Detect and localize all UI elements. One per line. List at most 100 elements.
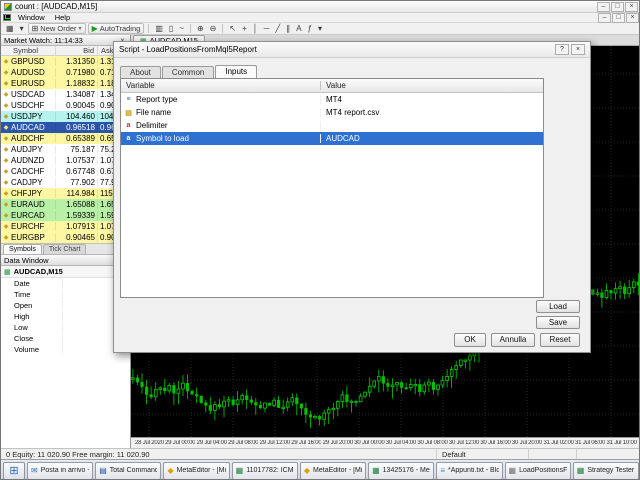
column-symbol[interactable]: Symbol — [1, 46, 55, 55]
cancel-button[interactable]: Annulla — [491, 333, 535, 347]
string-icon: a — [124, 122, 133, 129]
candlestick-chart-icon[interactable]: ▯ — [167, 23, 175, 34]
zoom-in-icon[interactable]: ⊕ — [195, 23, 206, 34]
minimize-icon[interactable]: – — [597, 2, 610, 12]
taskbar-item[interactable]: ◆MetaEditor - [Minor... — [300, 462, 366, 480]
column-bid[interactable]: Bid — [55, 46, 97, 55]
window-controls: – □ × — [597, 2, 638, 12]
dialog-tab-about[interactable]: About — [120, 66, 161, 78]
taskbar-item[interactable]: ▦11017782: ICMarket... — [232, 462, 298, 480]
market-watch-row[interactable]: ◆EURAUD1.650881.65118 — [1, 199, 130, 210]
market-watch-row[interactable]: ◆EURGBP0.904650.90485 — [1, 232, 130, 243]
channel-icon[interactable]: ∥ — [284, 23, 292, 34]
market-watch-row[interactable]: ◆EURUSD1.188321.18838 — [1, 78, 130, 89]
symbol-name: AUDCHF — [11, 134, 55, 143]
dialog-tab-common[interactable]: Common — [162, 66, 214, 78]
data-window-row[interactable]: Volume — [1, 344, 130, 355]
market-watch-row[interactable]: ◆EURCAD1.593391.59369 — [1, 210, 130, 221]
taskbar-item[interactable]: ▦Strategy Tester Visua... — [573, 462, 639, 480]
dialog-close-icon[interactable]: × — [571, 44, 585, 55]
line-chart-icon[interactable]: ~ — [177, 23, 186, 34]
horizontal-line-icon[interactable]: ─ — [262, 23, 272, 34]
data-window-row[interactable]: High — [1, 311, 130, 322]
vertical-line-icon[interactable]: │ — [251, 23, 260, 34]
start-button[interactable]: ⊞ — [3, 462, 25, 480]
menu-help[interactable]: Help — [50, 13, 75, 22]
symbol-icon: ◆ — [1, 190, 11, 197]
load-button[interactable]: Load — [536, 300, 580, 313]
input-row[interactable]: ▤File nameMT4 report.csv — [121, 106, 543, 119]
tab-symbols[interactable]: Symbols — [3, 244, 42, 254]
market-watch-row[interactable]: ◆AUDUSD0.719800.71993 — [1, 67, 130, 78]
new-chart-icon[interactable]: ▦ — [4, 23, 16, 34]
bid-value: 1.07537 — [55, 156, 97, 165]
ok-button[interactable]: OK — [454, 333, 486, 347]
close-icon[interactable]: × — [625, 2, 638, 12]
indicators-icon[interactable]: ƒ — [306, 23, 314, 34]
data-window-row[interactable]: Time — [1, 289, 130, 300]
market-watch-row[interactable]: ◆CHFJPY114.984115.013 — [1, 188, 130, 199]
menu-window[interactable]: Window — [13, 13, 50, 22]
profile-name[interactable]: Default — [437, 449, 529, 459]
dialog-tab-inputs[interactable]: Inputs — [215, 65, 257, 78]
trendline-icon[interactable]: ╱ — [273, 23, 282, 34]
bar-chart-icon[interactable]: ▥ — [153, 23, 165, 34]
market-watch-row[interactable]: ◆AUDCHF0.653890.65408 — [1, 133, 130, 144]
market-watch-row[interactable]: ◆USDCHF0.900450.90060 — [1, 100, 130, 111]
column-value[interactable]: Value — [321, 81, 543, 90]
taskbar-item[interactable]: ◆MetaEditor - [Minor... — [163, 462, 229, 480]
timeframe-dropdown-icon[interactable]: ▾ — [316, 23, 324, 34]
taskbar-item[interactable]: ▤Total Commander ... — [95, 462, 161, 480]
market-watch-row[interactable]: ◆USDCAD1.340871.34104 — [1, 89, 130, 100]
child-window-controls: – □ × — [598, 13, 639, 23]
market-watch-row[interactable]: ◆GBPUSD1.313501.31363 — [1, 56, 130, 67]
time-axis-label: 29 Jul 20:00 — [323, 440, 353, 446]
column-variable[interactable]: Variable — [121, 81, 321, 90]
taskbar-item[interactable]: ≡*Appunti.txt - Blocc... — [436, 462, 502, 480]
autotrading-button-label: AutoTrading — [100, 24, 141, 33]
dialog-help-icon[interactable]: ? — [555, 44, 569, 55]
autotrading-button[interactable]: ▶AutoTrading — [88, 23, 145, 34]
bid-value: 1.65088 — [55, 200, 97, 209]
child-minimize-icon[interactable]: – — [598, 13, 611, 23]
taskbar-item[interactable]: ▦13425176 - MetaQu... — [368, 462, 434, 480]
input-row[interactable]: ≡Report typeMT4 — [121, 93, 543, 106]
maximize-icon[interactable]: □ — [611, 2, 624, 12]
cursor-icon[interactable]: ↖ — [227, 23, 238, 34]
market-watch-row[interactable]: ◆CADJPY77.90277.925 — [1, 177, 130, 188]
data-window-row[interactable]: Close — [1, 333, 130, 344]
market-watch-row[interactable]: ◆AUDNZD1.075371.07563 — [1, 155, 130, 166]
left-panel: Market Watch: 11:14:33 × Symbol Bid Ask … — [1, 35, 131, 448]
data-window-row[interactable]: Date — [1, 278, 130, 289]
reset-button[interactable]: Reset — [540, 333, 580, 347]
taskbar-item[interactable]: ▦LoadPositionsFrom... — [505, 462, 571, 480]
market-watch-row[interactable]: ◆CADCHF0.677480.67770 — [1, 166, 130, 177]
symbol-name: EURCHF — [11, 222, 55, 231]
market-watch-row[interactable]: ◆AUDCAD0.965180.96534 — [1, 122, 130, 133]
crosshair-icon[interactable]: + — [240, 23, 249, 34]
data-window-row[interactable]: Low — [1, 322, 130, 333]
text-label-icon[interactable]: A — [294, 23, 303, 34]
input-row[interactable]: aSymbol to loadAUDCAD — [121, 132, 543, 145]
data-window-row[interactable]: Open — [1, 300, 130, 311]
time-axis-label: 31 Jul 02:00 — [543, 440, 573, 446]
input-row[interactable]: aDelimiter — [121, 119, 543, 132]
string-icon: a — [124, 135, 133, 142]
symbol-name: EURUSD — [11, 79, 55, 88]
new-order-button[interactable]: ⊞New Order▾ — [28, 23, 86, 34]
chart-dropdown-icon[interactable]: ▾ — [18, 23, 26, 34]
market-watch-row[interactable]: ◆EURCHF1.079131.07932 — [1, 221, 130, 232]
dialog-title-bar[interactable]: Script - LoadPositionsFromMql5Report ? × — [114, 42, 590, 58]
child-close-icon[interactable]: × — [626, 13, 639, 23]
market-watch-row[interactable]: ◆AUDJPY75.18775.203 — [1, 144, 130, 155]
tab-tick-chart[interactable]: Tick Chart — [43, 244, 87, 254]
child-restore-icon[interactable]: □ — [612, 13, 625, 23]
symbol-icon: ◆ — [1, 179, 11, 186]
time-axis-label: 28 Jul 2020 — [135, 440, 164, 446]
save-button[interactable]: Save — [536, 316, 580, 329]
zoom-out-icon[interactable]: ⊖ — [208, 23, 219, 34]
chart-timeline[interactable]: 28 Jul 202029 Jul 00:0029 Jul 04:0029 Ju… — [131, 437, 640, 448]
taskbar-item[interactable]: ✉Posta in arrivo - ... — [27, 462, 93, 480]
market-watch-row[interactable]: ◆USDJPY104.460104.474 — [1, 111, 130, 122]
symbol-icon: ◆ — [1, 212, 11, 219]
